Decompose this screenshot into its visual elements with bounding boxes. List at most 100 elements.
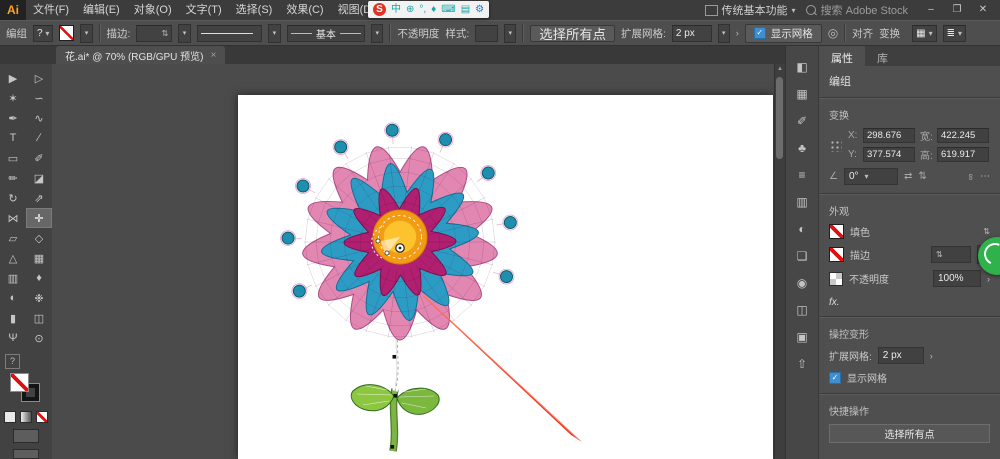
ime-chinese-mode-icon[interactable]: 中 — [391, 2, 401, 17]
restore-button[interactable]: ❐ — [944, 0, 970, 20]
appearance-stroke-swatch[interactable] — [829, 247, 844, 262]
screen-mode-button[interactable] — [13, 449, 39, 459]
scrollbar-thumb[interactable] — [776, 77, 783, 159]
scroll-up-icon[interactable]: ▲ — [775, 64, 785, 75]
ime-mic-icon[interactable]: ♦ — [431, 2, 436, 17]
ime-toolbox-icon[interactable]: ⚙ — [475, 2, 484, 17]
transform-x-input[interactable] — [863, 128, 915, 143]
tool-shape-builder[interactable]: ◇ — [26, 228, 52, 248]
tool-paintbrush[interactable]: ✐ — [26, 148, 52, 168]
fill-label[interactable]: 填色 — [850, 224, 870, 239]
stroke-label[interactable]: 描边 — [850, 247, 870, 262]
vertical-scrollbar[interactable]: ▲ — [774, 64, 785, 459]
style-caret[interactable]: ▾ — [504, 23, 517, 43]
tool-curvature[interactable]: ∿ — [26, 108, 52, 128]
document-tab[interactable]: 花.ai* @ 70% (RGB/GPU 预览) × — [56, 46, 226, 64]
menu-item-5[interactable]: 效果(C) — [279, 0, 330, 20]
globe-icon[interactable]: ◎ — [828, 26, 838, 40]
tool-eyedropper[interactable]: ♦ — [26, 268, 52, 288]
none-mode-button[interactable] — [36, 411, 48, 423]
transform-w-input[interactable] — [937, 128, 989, 143]
tool-mesh[interactable]: ▦ — [26, 248, 52, 268]
artboard[interactable] — [238, 95, 773, 459]
canvas[interactable]: ▲ — [52, 64, 785, 459]
tool-scale[interactable]: ⇗ — [26, 188, 52, 208]
fill-stroke-widget[interactable] — [8, 373, 44, 405]
tool-rotate[interactable]: ↻ — [0, 188, 26, 208]
variant-combo[interactable]: ? ▾ — [33, 24, 54, 42]
workspace-switcher[interactable]: 传统基本功能 ▾ — [704, 2, 796, 18]
expand-mesh-field[interactable]: 2 px — [877, 347, 924, 364]
tool-pencil[interactable]: ✏ — [0, 168, 26, 188]
show-mesh-toggle[interactable]: ✓ 显示网格 — [744, 23, 822, 43]
artboards-panel-icon[interactable]: ▣ — [792, 328, 812, 345]
ime-keyboard-icon[interactable]: ⌨ — [441, 2, 455, 17]
transform-label[interactable]: 变换 — [879, 26, 900, 41]
fill-color-dropdown[interactable]: ▾ — [80, 23, 93, 43]
menu-item-0[interactable]: 文件(F) — [26, 0, 76, 20]
menu-item-1[interactable]: 编辑(E) — [76, 0, 127, 20]
transform-more-button[interactable]: ⋯ — [980, 171, 990, 182]
stroke-panel-icon[interactable]: ≡ — [792, 166, 812, 183]
tool-width[interactable]: ⋈ — [0, 208, 26, 228]
tab-close-icon[interactable]: × — [211, 50, 217, 61]
expand-mesh-value[interactable]: 2 px — [671, 24, 712, 42]
opacity-field[interactable]: 100% — [933, 270, 981, 287]
transform-y-input[interactable] — [863, 147, 915, 162]
select-all-points-button[interactable]: 选择所有点 — [530, 24, 615, 42]
edit-toolbar-button[interactable]: ? — [5, 354, 20, 369]
transparency-panel-icon[interactable]: ◐ — [792, 220, 812, 237]
stroke-weight-stepper[interactable]: ⇅ — [136, 24, 173, 42]
close-button[interactable]: ✕ — [970, 0, 996, 20]
flip-vertical-icon[interactable]: ⇅ — [918, 171, 926, 182]
tool-magic-wand[interactable]: ✶ — [0, 88, 26, 108]
show-mesh-checkbox[interactable]: ✓ — [829, 371, 841, 384]
quick-select-all-points-button[interactable]: 选择所有点 — [829, 424, 990, 443]
gradient-mode-button[interactable] — [20, 411, 32, 423]
appearance-panel-icon[interactable]: ◉ — [792, 274, 812, 291]
brushes-panel-icon[interactable]: ✐ — [792, 112, 812, 129]
stock-search[interactable]: 搜索 Adobe Stock — [805, 2, 908, 18]
tool-type[interactable]: T — [0, 128, 26, 148]
tool-selection[interactable]: ▶ — [0, 68, 26, 88]
opacity-label[interactable]: 不透明度 — [397, 26, 439, 41]
align-label[interactable]: 对齐 — [852, 26, 873, 41]
minimize-button[interactable]: – — [918, 0, 944, 20]
layers-panel-icon[interactable]: ◫ — [792, 301, 812, 318]
tool-line-segment[interactable]: ∕ — [26, 128, 52, 148]
tool-hand[interactable]: Ψ — [0, 328, 26, 348]
brush-dropdown[interactable]: 基本 — [286, 24, 366, 42]
fill-swatch[interactable] — [10, 373, 29, 392]
asset-export-panel-icon[interactable]: ⇧ — [792, 355, 812, 372]
tab-libraries[interactable]: 库 — [865, 46, 900, 66]
ime-punctuation-icon[interactable]: °, — [419, 2, 426, 17]
fx-button[interactable]: fx. — [829, 297, 840, 308]
tool-pen[interactable]: ✒ — [0, 108, 26, 128]
brush-caret[interactable]: ▾ — [371, 23, 384, 43]
ime-logo[interactable]: S — [373, 3, 386, 16]
gradient-panel-icon[interactable]: ▥ — [792, 193, 812, 210]
tool-zoom[interactable]: ⊙ — [26, 328, 52, 348]
width-profile-dropdown[interactable] — [196, 24, 263, 42]
tool-rectangle[interactable]: ▭ — [0, 148, 26, 168]
color-panel-icon[interactable]: ◧ — [792, 58, 812, 75]
swatches-panel-icon[interactable]: ▦ — [792, 85, 812, 102]
tool-column-graph[interactable]: ▮ — [0, 308, 26, 328]
rotation-dropdown[interactable]: 0° ▾ — [843, 168, 898, 185]
expand-mesh-caret[interactable]: ▾ — [717, 23, 730, 43]
tool-artboard[interactable]: ◫ — [26, 308, 52, 328]
width-profile-caret[interactable]: ▾ — [268, 23, 281, 43]
appearance-fill-swatch[interactable] — [829, 224, 844, 239]
flip-horizontal-icon[interactable]: ⇄ — [904, 171, 912, 182]
ime-fullwidth-icon[interactable]: ⊕ — [406, 2, 414, 17]
tab-properties[interactable]: 属性 — [819, 46, 865, 66]
symbols-panel-icon[interactable]: ♣ — [792, 139, 812, 156]
tool-eraser[interactable]: ◪ — [26, 168, 52, 188]
graphic-styles-panel-icon[interactable]: ❏ — [792, 247, 812, 264]
tool-perspective-grid[interactable]: △ — [0, 248, 26, 268]
grid-options-button[interactable]: ▦ ▾ — [912, 24, 937, 42]
menu-item-4[interactable]: 选择(S) — [229, 0, 280, 20]
tool-direct-selection[interactable]: ▷ — [26, 68, 52, 88]
tool-puppet-warp[interactable]: ✛ — [26, 208, 52, 228]
ime-clipboard-icon[interactable]: ▤ — [461, 2, 470, 17]
